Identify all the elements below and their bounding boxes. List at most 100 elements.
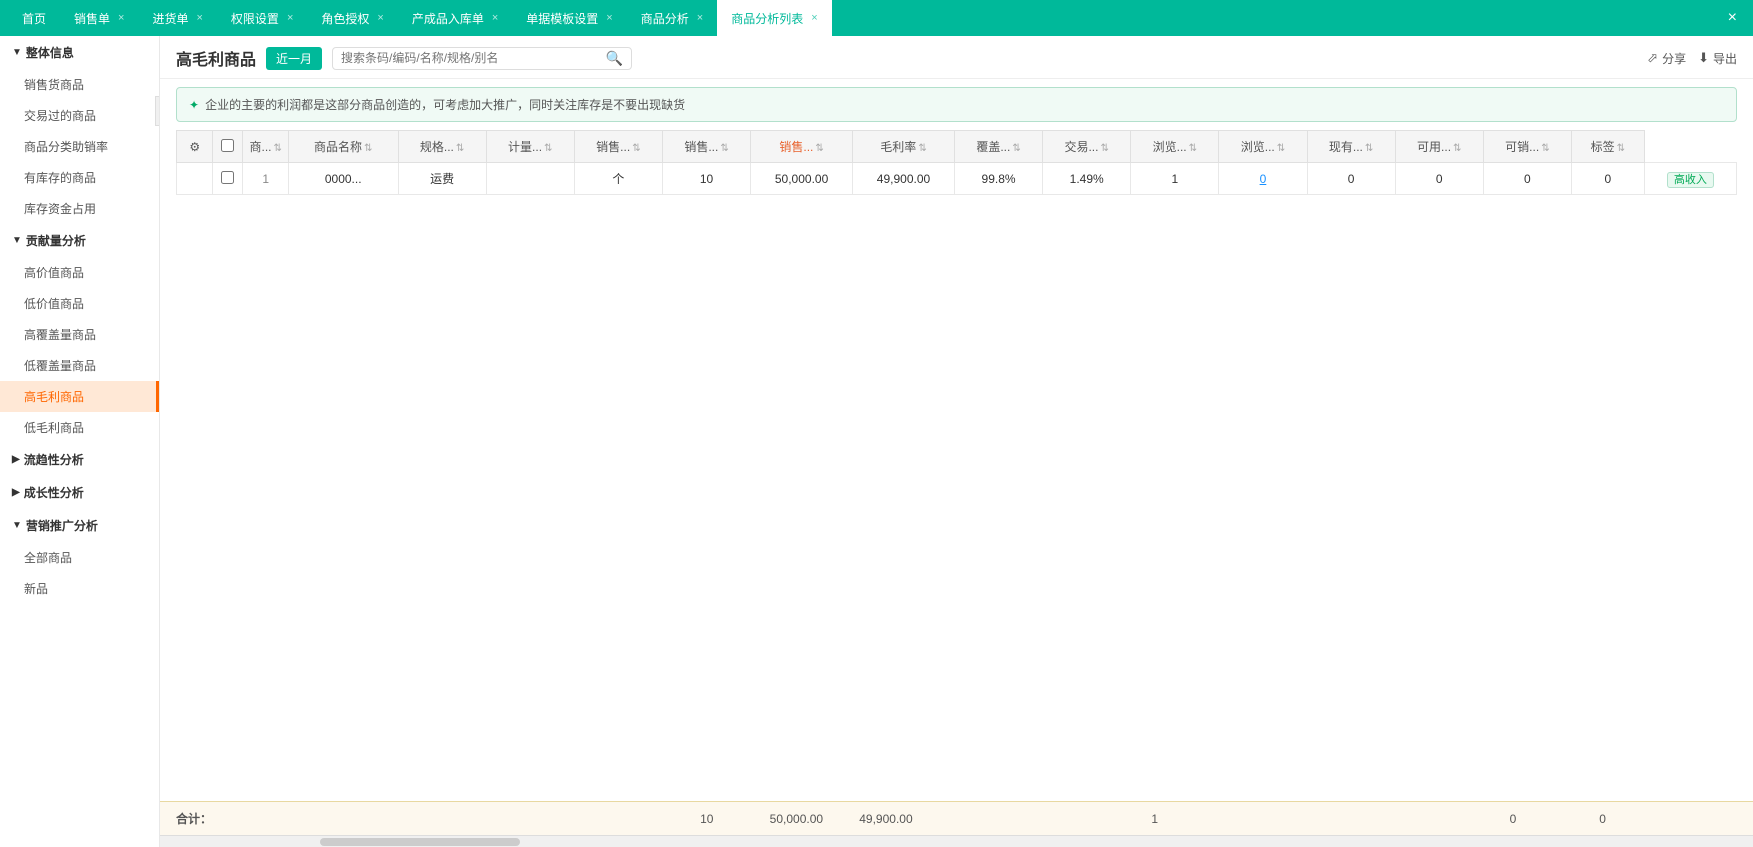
row-browse1[interactable]: 0 bbox=[1219, 163, 1307, 195]
nav-tab-analysis-list[interactable]: 商品分析列表 × bbox=[717, 0, 831, 36]
nav-tab-production[interactable]: 产成品入库单 × bbox=[398, 0, 512, 36]
col-current-stock[interactable]: 现有...⇅ bbox=[1307, 131, 1395, 163]
col-code[interactable]: 商...⇅ bbox=[243, 131, 288, 163]
sidebar-item-traded-goods[interactable]: 交易过的商品 bbox=[0, 100, 159, 131]
col-sellable[interactable]: 可销...⇅ bbox=[1483, 131, 1571, 163]
page-title: 高毛利商品 bbox=[176, 46, 256, 70]
col-tag[interactable]: 标签⇅ bbox=[1571, 131, 1644, 163]
row-current-stock: 0 bbox=[1395, 163, 1483, 195]
sidebar-item-category-rate[interactable]: 商品分类助销率 bbox=[0, 131, 159, 162]
nav-tab-roles-close[interactable]: × bbox=[377, 12, 383, 24]
content-area: 高毛利商品 近一月 🔍 ⬀ 分享 ⬇ 导出 ✦ 企业的主要的利润都是这部分商品创… bbox=[160, 36, 1753, 847]
top-nav: 首页 销售单 × 进货单 × 权限设置 × 角色授权 × 产成品入库单 × 单据… bbox=[0, 0, 1753, 36]
footer-sales-amount: 50,000.00 bbox=[752, 812, 842, 826]
row-checkbox[interactable] bbox=[213, 163, 243, 195]
sidebar-group-overall[interactable]: ▼ 整体信息 bbox=[0, 36, 159, 69]
col-spec[interactable]: 规格...⇅ bbox=[398, 131, 486, 163]
sidebar-group-trend[interactable]: ▶ 流趋性分析 bbox=[0, 443, 159, 476]
table-row: 1 0000... 运费 个 10 50,000.00 49,900.00 99… bbox=[177, 163, 1737, 195]
row-sales-qty: 10 bbox=[662, 163, 750, 195]
nav-tab-template[interactable]: 单据模板设置 × bbox=[512, 0, 626, 36]
col-browse2[interactable]: 浏览...⇅ bbox=[1219, 131, 1307, 163]
nav-tab-permissions-close[interactable]: × bbox=[287, 12, 293, 24]
nav-close-all-button[interactable]: × bbox=[1720, 9, 1745, 27]
sidebar-group-marketing[interactable]: ▼ 营销推广分析 bbox=[0, 509, 159, 542]
search-icon[interactable]: 🔍 bbox=[606, 50, 623, 67]
col-name[interactable]: 商品名称⇅ bbox=[288, 131, 398, 163]
row-tag: 高收入 bbox=[1644, 163, 1736, 195]
horizontal-scrollbar[interactable] bbox=[160, 835, 1753, 847]
table-header-row: ⚙ 商...⇅ 商品名称⇅ 规格...⇅ bbox=[177, 131, 1737, 163]
col-browse1[interactable]: 浏览...⇅ bbox=[1131, 131, 1219, 163]
footer-trade: 1 bbox=[1110, 812, 1200, 826]
sidebar-item-sales-goods[interactable]: 销售货商品 bbox=[0, 69, 159, 100]
col-trade[interactable]: 交易...⇅ bbox=[1043, 131, 1131, 163]
sidebar-item-low-margin[interactable]: 低毛利商品 bbox=[0, 412, 159, 443]
filter-month-button[interactable]: 近一月 bbox=[266, 47, 322, 70]
search-input[interactable] bbox=[341, 51, 602, 65]
sidebar-item-high-value[interactable]: 高价值商品 bbox=[0, 257, 159, 288]
scrollbar-thumb[interactable] bbox=[320, 838, 520, 846]
sidebar-item-stock-capital[interactable]: 库存资金占用 bbox=[0, 193, 159, 224]
chevron-down-icon-2: ▼ bbox=[12, 235, 22, 246]
info-banner: ✦ 企业的主要的利润都是这部分商品创造的，可考虑加大推广，同时关注库存是不要出现… bbox=[176, 87, 1737, 122]
footer-sales-cost: 49,900.00 bbox=[841, 812, 931, 826]
footer-sales-qty: 10 bbox=[662, 812, 752, 826]
row-margin-rate: 99.8% bbox=[954, 163, 1042, 195]
nav-tab-analysis[interactable]: 商品分析 × bbox=[627, 0, 717, 36]
sidebar-item-low-value[interactable]: 低价值商品 bbox=[0, 288, 159, 319]
table-body: 1 0000... 运费 个 10 50,000.00 49,900.00 99… bbox=[177, 163, 1737, 195]
nav-tab-purchase[interactable]: 进货单 × bbox=[138, 0, 216, 36]
nav-tab-sales-close[interactable]: × bbox=[118, 12, 124, 24]
export-icon: ⬇ bbox=[1698, 50, 1709, 66]
nav-tab-sales[interactable]: 销售单 × bbox=[60, 0, 138, 36]
sidebar-group-contribution[interactable]: ▼ 贡献量分析 bbox=[0, 224, 159, 257]
row-browse2: 0 bbox=[1307, 163, 1395, 195]
nav-tab-roles[interactable]: 角色授权 × bbox=[307, 0, 397, 36]
sidebar: ▼ 整体信息 销售货商品 交易过的商品 商品分类助销率 有库存的商品 库存资金占… bbox=[0, 36, 160, 847]
nav-tab-production-close[interactable]: × bbox=[492, 12, 498, 24]
chevron-right-icon: ▶ bbox=[12, 454, 20, 465]
row-code: 0000... bbox=[288, 163, 398, 195]
nav-tab-purchase-close[interactable]: × bbox=[196, 12, 202, 24]
nav-tab-permissions[interactable]: 权限设置 × bbox=[217, 0, 307, 36]
sidebar-group-growth[interactable]: ▶ 成长性分析 bbox=[0, 476, 159, 509]
sidebar-item-low-coverage[interactable]: 低覆盖量商品 bbox=[0, 350, 159, 381]
row-settings bbox=[177, 163, 213, 195]
sidebar-item-high-margin[interactable]: 高毛利商品 bbox=[0, 381, 159, 412]
nav-tab-analysis-list-close[interactable]: × bbox=[811, 12, 817, 24]
select-all-checkbox[interactable] bbox=[221, 139, 234, 152]
sidebar-item-high-coverage[interactable]: 高覆盖量商品 bbox=[0, 319, 159, 350]
sidebar-item-all-goods[interactable]: 全部商品 bbox=[0, 542, 159, 573]
col-coverage[interactable]: 覆盖...⇅ bbox=[954, 131, 1042, 163]
col-unit[interactable]: 计量...⇅ bbox=[486, 131, 574, 163]
share-button[interactable]: ⬀ 分享 bbox=[1647, 50, 1686, 67]
sidebar-item-in-stock[interactable]: 有库存的商品 bbox=[0, 162, 159, 193]
col-sales-qty[interactable]: 销售...⇅ bbox=[574, 131, 662, 163]
chevron-down-icon-3: ▼ bbox=[12, 520, 22, 531]
main-layout: ▼ 整体信息 销售货商品 交易过的商品 商品分类助销率 有库存的商品 库存资金占… bbox=[0, 36, 1753, 847]
col-checkbox[interactable] bbox=[213, 131, 243, 163]
footer-label: 合计： bbox=[176, 810, 236, 827]
col-sales-amount[interactable]: 销售...⇅ bbox=[662, 131, 750, 163]
row-coverage: 1.49% bbox=[1043, 163, 1131, 195]
collapse-icon: 《 bbox=[158, 103, 160, 120]
row-name: 运费 bbox=[398, 163, 486, 195]
table-footer: 合计： 10 50,000.00 49,900.00 1 0 0 bbox=[160, 801, 1753, 835]
nav-tab-home[interactable]: 首页 bbox=[8, 0, 60, 36]
col-available[interactable]: 可用...⇅ bbox=[1395, 131, 1483, 163]
col-settings[interactable]: ⚙ bbox=[177, 131, 213, 163]
nav-tab-template-close[interactable]: × bbox=[606, 12, 612, 24]
row-num: 1 bbox=[243, 163, 288, 195]
sidebar-collapse-button[interactable]: 《 bbox=[155, 96, 160, 126]
col-sales-cost[interactable]: 销售...⇅ bbox=[751, 131, 853, 163]
col-margin-rate[interactable]: 毛利率⇅ bbox=[853, 131, 955, 163]
sidebar-item-new-goods[interactable]: 新品 bbox=[0, 573, 159, 604]
nav-tab-analysis-close[interactable]: × bbox=[697, 12, 703, 24]
content-header: 高毛利商品 近一月 🔍 ⬀ 分享 ⬇ 导出 bbox=[160, 36, 1753, 79]
share-icon: ⬀ bbox=[1647, 50, 1658, 66]
chevron-down-icon: ▼ bbox=[12, 47, 22, 58]
row-available: 0 bbox=[1483, 163, 1571, 195]
export-button[interactable]: ⬇ 导出 bbox=[1698, 50, 1737, 67]
row-sales-amount: 50,000.00 bbox=[751, 163, 853, 195]
